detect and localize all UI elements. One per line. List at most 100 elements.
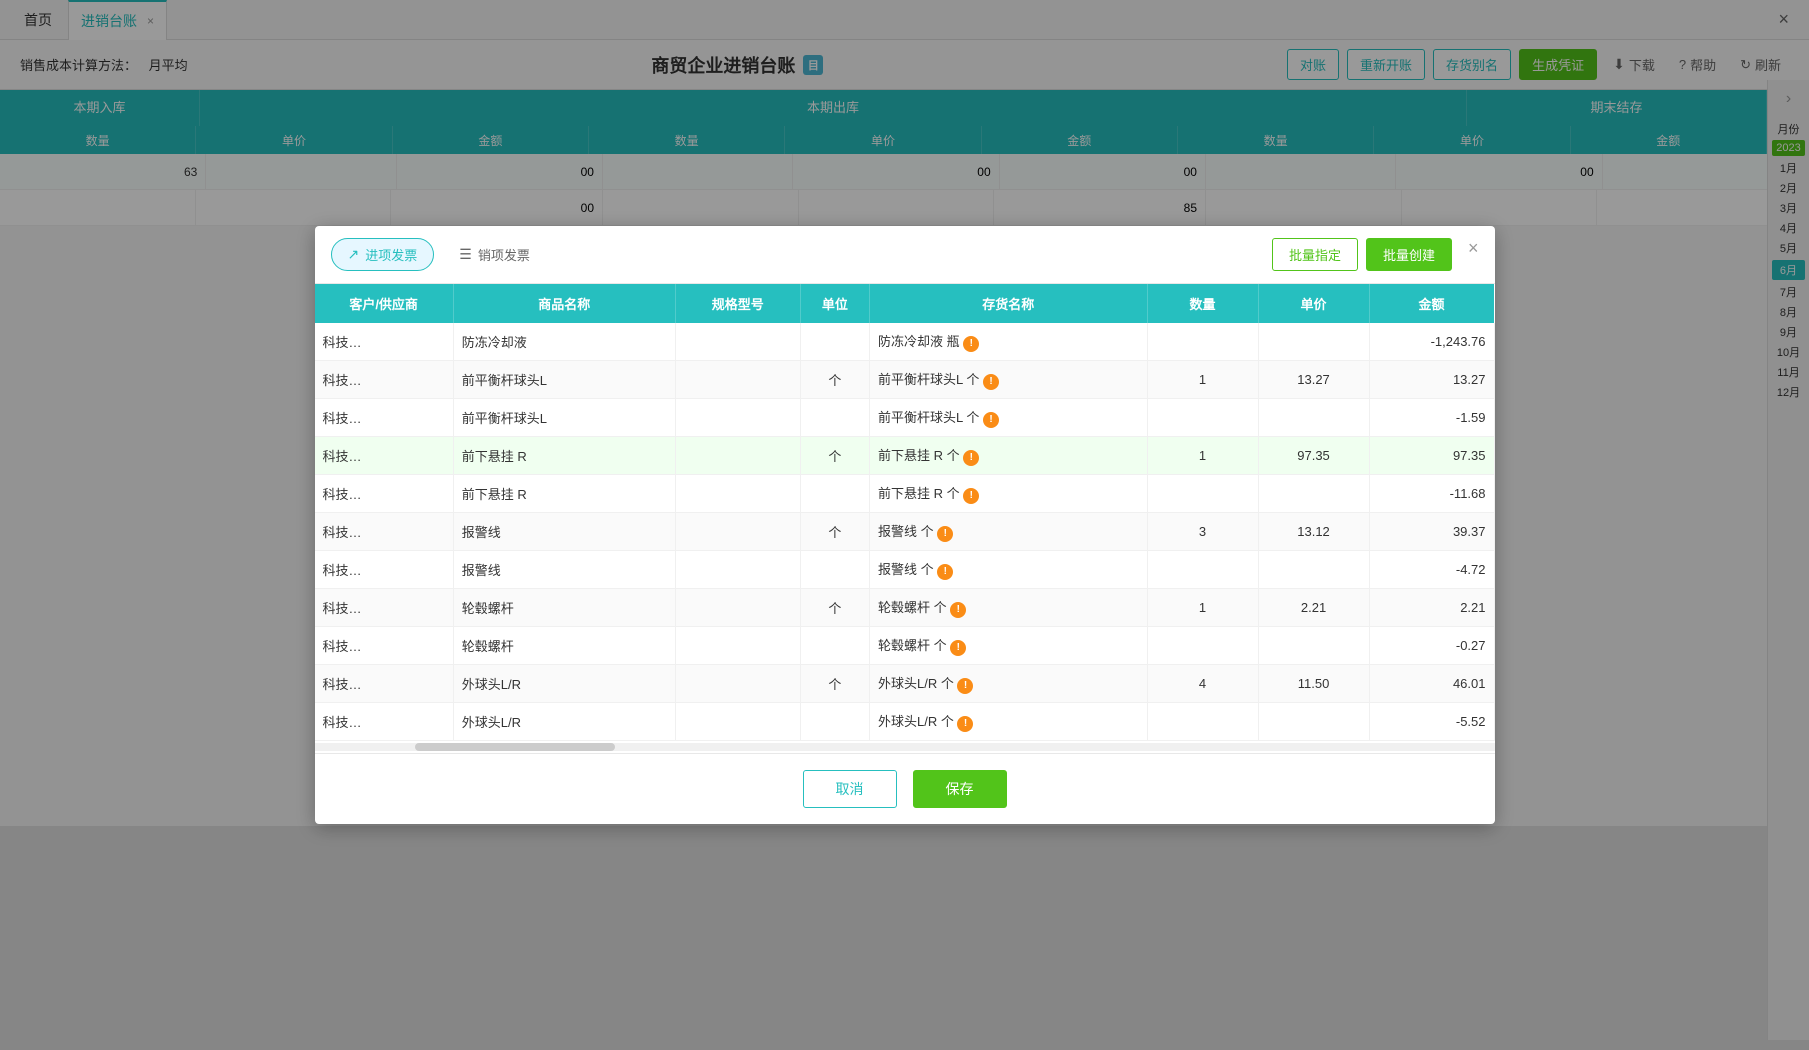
cell-spec bbox=[675, 665, 800, 703]
th-amount: 金额 bbox=[1369, 284, 1494, 323]
th-spec: 规格型号 bbox=[675, 284, 800, 323]
cell-amount: -1,243.76 bbox=[1369, 323, 1494, 361]
cell-unit bbox=[800, 399, 869, 437]
th-supplier: 客户/供应商 bbox=[315, 284, 454, 323]
cell-stock-name: 前平衡杆球头L 个 ! bbox=[870, 361, 1148, 399]
modal-footer: 取消 保存 bbox=[315, 753, 1495, 824]
warning-icon: ! bbox=[937, 564, 953, 580]
table-row: 科技… 报警线 个 报警线 个 ! 3 13.12 39.37 bbox=[315, 513, 1495, 551]
cell-qty: 1 bbox=[1147, 361, 1258, 399]
save-btn[interactable]: 保存 bbox=[913, 770, 1007, 808]
cell-unit: 个 bbox=[800, 589, 869, 627]
th-product-name: 商品名称 bbox=[453, 284, 675, 323]
warning-icon: ! bbox=[983, 412, 999, 428]
cell-qty: 1 bbox=[1147, 437, 1258, 475]
cell-qty bbox=[1147, 323, 1258, 361]
cell-spec bbox=[675, 513, 800, 551]
cell-stock-name: 报警线 个 ! bbox=[870, 513, 1148, 551]
warning-icon: ! bbox=[957, 678, 973, 694]
cell-supplier: 科技… bbox=[315, 551, 454, 589]
modal-overlay: ↗ 进项发票 ☰ 销项发票 批量指定 批量创建 × 客户/供应商 商品名称 bbox=[0, 0, 1809, 1050]
cell-product-name: 报警线 bbox=[453, 513, 675, 551]
cell-unit bbox=[800, 627, 869, 665]
warning-icon: ! bbox=[963, 336, 979, 352]
th-stock-name: 存货名称 bbox=[870, 284, 1148, 323]
cell-product-name: 防冻冷却液 bbox=[453, 323, 675, 361]
table-row: 科技… 前平衡杆球头L 前平衡杆球头L 个 ! -1.59 bbox=[315, 399, 1495, 437]
th-unit-price: 单价 bbox=[1258, 284, 1369, 323]
table-row: 科技… 防冻冷却液 防冻冷却液 瓶 ! -1,243.76 bbox=[315, 323, 1495, 361]
cell-spec bbox=[675, 475, 800, 513]
cell-stock-name: 轮毂螺杆 个 ! bbox=[870, 627, 1148, 665]
cell-amount: 46.01 bbox=[1369, 665, 1494, 703]
table-row: 科技… 前下悬挂 R 前下悬挂 R 个 ! -11.68 bbox=[315, 475, 1495, 513]
table-row: 科技… 轮毂螺杆 轮毂螺杆 个 ! -0.27 bbox=[315, 627, 1495, 665]
cell-supplier: 科技… bbox=[315, 627, 454, 665]
cell-product-name: 报警线 bbox=[453, 551, 675, 589]
cell-supplier: 科技… bbox=[315, 361, 454, 399]
cell-unit: 个 bbox=[800, 437, 869, 475]
cell-product-name: 外球头L/R bbox=[453, 703, 675, 741]
table-row: 科技… 前下悬挂 R 个 前下悬挂 R 个 ! 1 97.35 97.35 bbox=[315, 437, 1495, 475]
cell-amount: -1.59 bbox=[1369, 399, 1494, 437]
cell-spec bbox=[675, 627, 800, 665]
th-unit: 单位 bbox=[800, 284, 869, 323]
cell-stock-name: 报警线 个 ! bbox=[870, 551, 1148, 589]
cell-supplier: 科技… bbox=[315, 513, 454, 551]
horizontal-scrollbar[interactable] bbox=[315, 743, 1495, 751]
cell-supplier: 科技… bbox=[315, 437, 454, 475]
cell-unit: 个 bbox=[800, 513, 869, 551]
cell-stock-name: 前下悬挂 R 个 ! bbox=[870, 437, 1148, 475]
cell-unit bbox=[800, 551, 869, 589]
batch-create-btn[interactable]: 批量创建 bbox=[1366, 238, 1452, 271]
cell-qty bbox=[1147, 475, 1258, 513]
modal-dialog: ↗ 进项发票 ☰ 销项发票 批量指定 批量创建 × 客户/供应商 商品名称 bbox=[315, 226, 1495, 824]
cancel-btn[interactable]: 取消 bbox=[803, 770, 897, 808]
cell-unit-price: 11.50 bbox=[1258, 665, 1369, 703]
cell-amount: 39.37 bbox=[1369, 513, 1494, 551]
cell-unit-price bbox=[1258, 627, 1369, 665]
cell-amount: 13.27 bbox=[1369, 361, 1494, 399]
cell-qty: 1 bbox=[1147, 589, 1258, 627]
table-row: 科技… 轮毂螺杆 个 轮毂螺杆 个 ! 1 2.21 2.21 bbox=[315, 589, 1495, 627]
cell-unit: 个 bbox=[800, 361, 869, 399]
cell-stock-name: 前平衡杆球头L 个 ! bbox=[870, 399, 1148, 437]
cell-qty: 3 bbox=[1147, 513, 1258, 551]
cell-stock-name: 轮毂螺杆 个 ! bbox=[870, 589, 1148, 627]
inbound-icon: ↗ bbox=[348, 246, 360, 263]
th-qty: 数量 bbox=[1147, 284, 1258, 323]
cell-product-name: 前平衡杆球头L bbox=[453, 361, 675, 399]
cell-spec bbox=[675, 399, 800, 437]
cell-unit: 个 bbox=[800, 665, 869, 703]
cell-supplier: 科技… bbox=[315, 589, 454, 627]
cell-spec bbox=[675, 323, 800, 361]
cell-unit bbox=[800, 475, 869, 513]
modal-table-container: 客户/供应商 商品名称 规格型号 单位 存货名称 数量 单价 金额 科技… 防冻… bbox=[315, 284, 1495, 741]
tab-outbound-invoice[interactable]: ☰ 销项发票 bbox=[442, 238, 547, 271]
cell-qty: 4 bbox=[1147, 665, 1258, 703]
warning-icon: ! bbox=[950, 640, 966, 656]
modal-header-actions: 批量指定 批量创建 × bbox=[1272, 238, 1479, 271]
warning-icon: ! bbox=[983, 374, 999, 390]
cell-qty bbox=[1147, 627, 1258, 665]
cell-amount: -0.27 bbox=[1369, 627, 1494, 665]
tab-inbound-invoice[interactable]: ↗ 进项发票 bbox=[331, 238, 435, 271]
cell-product-name: 轮毂螺杆 bbox=[453, 627, 675, 665]
cell-amount: -4.72 bbox=[1369, 551, 1494, 589]
outbound-icon: ☰ bbox=[459, 246, 472, 263]
cell-product-name: 前平衡杆球头L bbox=[453, 399, 675, 437]
table-row: 科技… 外球头L/R 外球头L/R 个 ! -5.52 bbox=[315, 703, 1495, 741]
modal-header: ↗ 进项发票 ☰ 销项发票 批量指定 批量创建 × bbox=[315, 226, 1495, 284]
cell-amount: 2.21 bbox=[1369, 589, 1494, 627]
modal-close-btn[interactable]: × bbox=[1468, 238, 1479, 271]
table-header-row: 客户/供应商 商品名称 规格型号 单位 存货名称 数量 单价 金额 bbox=[315, 284, 1495, 323]
cell-unit-price bbox=[1258, 551, 1369, 589]
cell-product-name: 前下悬挂 R bbox=[453, 437, 675, 475]
inbound-invoice-label: 进项发票 bbox=[365, 245, 417, 264]
table-row: 科技… 前平衡杆球头L 个 前平衡杆球头L 个 ! 1 13.27 13.27 bbox=[315, 361, 1495, 399]
outbound-invoice-label: 销项发票 bbox=[478, 245, 530, 264]
scrollbar-thumb[interactable] bbox=[415, 743, 615, 751]
batch-assign-btn[interactable]: 批量指定 bbox=[1272, 238, 1358, 271]
cell-unit-price bbox=[1258, 475, 1369, 513]
warning-icon: ! bbox=[963, 488, 979, 504]
